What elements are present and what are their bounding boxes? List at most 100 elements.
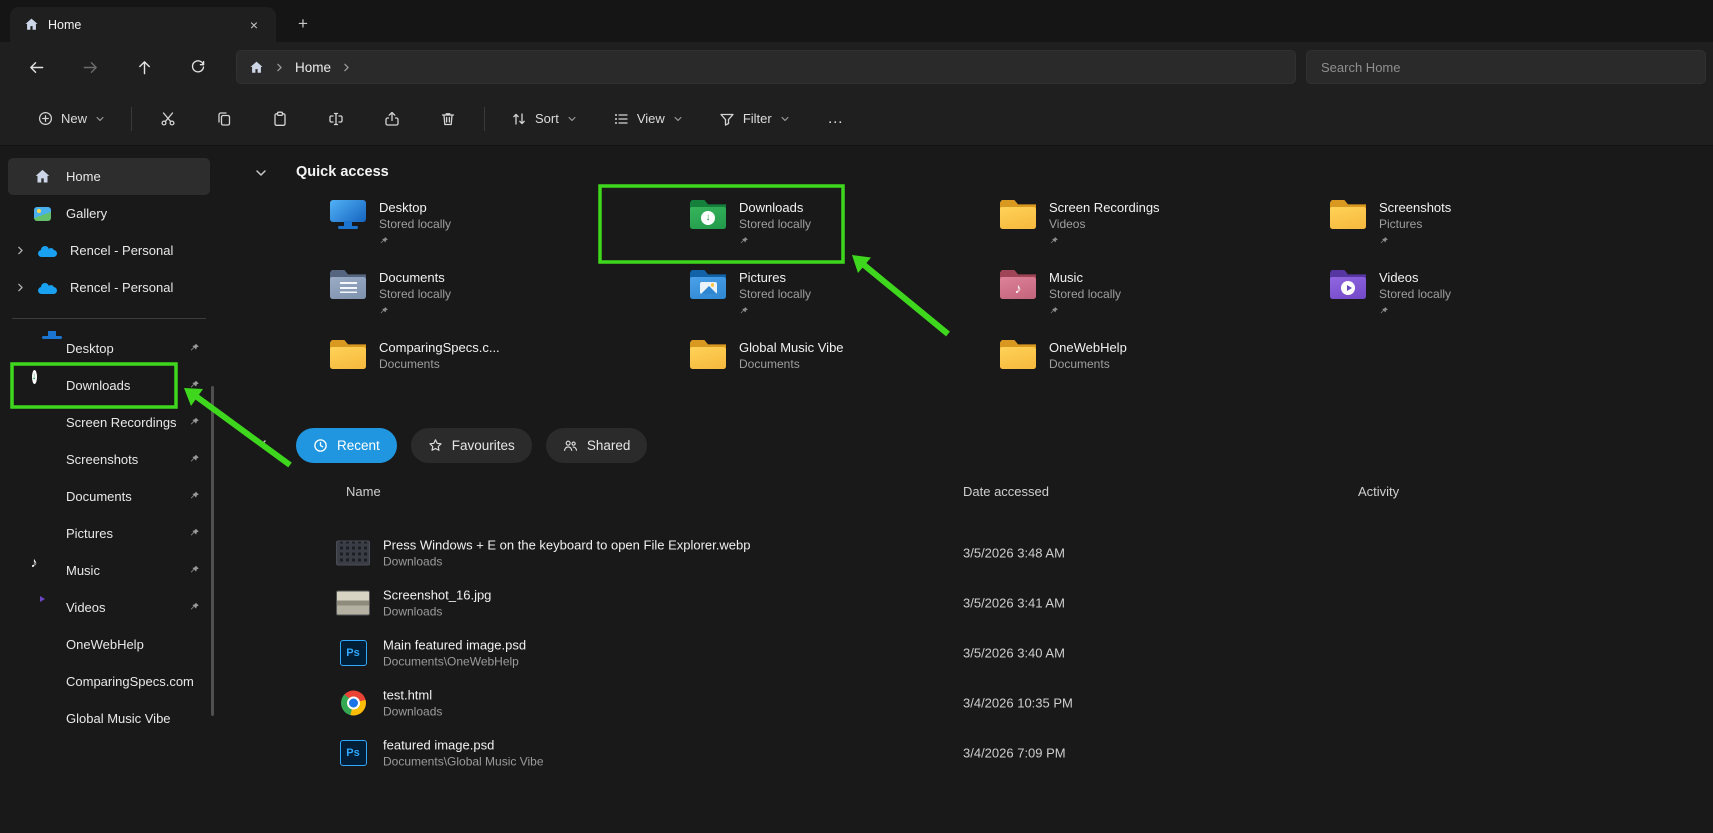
- file-row[interactable]: Press Windows + E on the keyboard to ope…: [218, 528, 1713, 578]
- sidebar-item-onedrive-2[interactable]: Rencel - Personal: [8, 269, 210, 306]
- sidebar-item-screen-recordings[interactable]: Screen Recordings: [8, 404, 210, 441]
- folder-icon: [690, 340, 726, 370]
- sidebar-item-desktop[interactable]: Desktop: [8, 330, 210, 367]
- sidebar-item-onewebhelp[interactable]: OneWebHelp: [8, 626, 210, 663]
- folder-tile-music[interactable]: Music Stored locally: [1000, 268, 1330, 330]
- sidebar-item-gallery[interactable]: Gallery: [8, 195, 210, 232]
- folder-tile-downloads[interactable]: Downloads Stored locally: [690, 198, 1000, 260]
- folder-tile-screenshots[interactable]: Screenshots Pictures: [1330, 198, 1670, 260]
- tab-home[interactable]: Home ×: [10, 7, 276, 42]
- paste-button[interactable]: [260, 101, 300, 137]
- search-input[interactable]: [1321, 59, 1691, 75]
- tab-shared[interactable]: Shared: [545, 428, 648, 463]
- new-tab-button[interactable]: +: [288, 10, 318, 38]
- sidebar-item-music[interactable]: Music: [8, 552, 210, 589]
- main-content: Quick access Desktop Stored locally Down…: [218, 146, 1713, 833]
- sidebar-item-comparingspecs[interactable]: ComparingSpecs.com: [8, 663, 210, 700]
- breadcrumb-home-icon: [250, 61, 263, 73]
- new-button[interactable]: New: [28, 101, 115, 137]
- sidebar-item-documents[interactable]: Documents: [8, 478, 210, 515]
- sidebar-item-screenshots[interactable]: Screenshots: [8, 441, 210, 478]
- column-header-date-accessed[interactable]: Date accessed: [963, 484, 1049, 499]
- more-options-button[interactable]: …: [816, 101, 856, 137]
- file-thumbnail-icon: [334, 590, 372, 616]
- search-box[interactable]: [1306, 50, 1706, 84]
- tab-favourites[interactable]: Favourites: [410, 428, 532, 463]
- tile-subtitle: Documents: [379, 357, 440, 371]
- tile-name: ComparingSpecs.c...: [379, 340, 500, 355]
- sort-button[interactable]: Sort: [501, 101, 587, 137]
- sidebar-item-pictures[interactable]: Pictures: [8, 515, 210, 552]
- sort-icon: [513, 112, 525, 125]
- close-tab-icon[interactable]: ×: [242, 13, 266, 37]
- file-name: Main featured image.psd: [383, 637, 527, 653]
- collapse-chevron-icon[interactable]: [254, 436, 268, 455]
- sidebar-item-label: Gallery: [66, 206, 108, 221]
- file-date-accessed: 3/5/2026 3:40 AM: [963, 645, 1065, 661]
- file-date-accessed: 3/5/2026 3:48 AM: [963, 545, 1065, 561]
- pin-icon: [189, 526, 200, 541]
- address-bar[interactable]: Home: [236, 50, 1296, 84]
- share-button[interactable]: [372, 101, 412, 137]
- tile-name: Global Music Vibe: [739, 340, 844, 355]
- sidebar-item-label: Home: [66, 169, 101, 184]
- copy-button[interactable]: [204, 101, 244, 137]
- tab-recent[interactable]: Recent: [296, 428, 397, 463]
- folder-tile-pictures[interactable]: Pictures Stored locally: [690, 268, 1000, 330]
- cut-button[interactable]: [148, 101, 188, 137]
- forward-button[interactable]: [70, 50, 110, 84]
- file-row[interactable]: test.html Downloads 3/4/2026 10:35 PM: [218, 678, 1713, 728]
- file-location: Downloads: [383, 604, 443, 619]
- sidebar-item-home[interactable]: Home: [8, 158, 210, 195]
- tile-subtitle: Stored locally: [1049, 287, 1122, 301]
- folder-tile-videos[interactable]: Videos Stored locally: [1330, 268, 1670, 330]
- sidebar-item-downloads[interactable]: Downloads: [8, 367, 210, 404]
- clock-icon: [314, 439, 327, 452]
- folder-icon: [34, 710, 56, 727]
- sidebar-item-onedrive-1[interactable]: Rencel - Personal: [8, 232, 210, 269]
- view-label: View: [636, 111, 665, 126]
- chevron-right-icon[interactable]: [341, 62, 352, 73]
- refresh-button[interactable]: [178, 50, 218, 84]
- rename-button[interactable]: [316, 101, 356, 137]
- folder-tile-desktop[interactable]: Desktop Stored locally: [330, 198, 690, 260]
- delete-button[interactable]: [428, 101, 468, 137]
- home-icon: [25, 18, 38, 30]
- chevron-down-icon: [781, 116, 789, 121]
- sidebar: Home Gallery Rencel - Personal Rencel - …: [0, 146, 218, 833]
- back-button[interactable]: [16, 50, 56, 84]
- folder-icon: [1000, 200, 1036, 230]
- folder-tile-global-music-vibe[interactable]: Global Music Vibe Documents: [690, 338, 1000, 400]
- sidebar-scrollbar[interactable]: [211, 386, 214, 716]
- pin-icon: [1049, 303, 1121, 321]
- folder-tile-onewebhelp[interactable]: OneWebHelp Documents: [1000, 338, 1330, 400]
- tab-label: Shared: [586, 438, 631, 453]
- folder-tile-documents[interactable]: Documents Stored locally: [330, 268, 690, 330]
- file-location: Documents\OneWebHelp: [383, 654, 519, 669]
- sidebar-item-global-music-vibe[interactable]: Global Music Vibe: [8, 700, 210, 737]
- videos-folder-icon: [34, 596, 56, 616]
- up-button[interactable]: [124, 50, 164, 84]
- documents-folder-icon: [34, 488, 56, 505]
- file-row[interactable]: Screenshot_16.jpg Downloads 3/5/2026 3:4…: [218, 578, 1713, 628]
- file-list-header: Name Date accessed Activity: [218, 484, 1713, 504]
- collapse-chevron-icon[interactable]: [254, 166, 268, 185]
- filter-button[interactable]: Filter: [709, 101, 800, 137]
- file-row[interactable]: featured image.psd Documents\Global Musi…: [218, 728, 1713, 778]
- quick-access-title[interactable]: Quick access: [296, 164, 389, 180]
- folder-tile-comparingspecs[interactable]: ComparingSpecs.c... Documents: [330, 338, 690, 400]
- column-header-activity[interactable]: Activity: [1358, 484, 1399, 499]
- folder-tile-screen-recordings[interactable]: Screen Recordings Videos: [1000, 198, 1330, 260]
- breadcrumb-home[interactable]: Home: [295, 60, 331, 75]
- file-row[interactable]: Main featured image.psd Documents\OneWeb…: [218, 628, 1713, 678]
- sidebar-item-videos[interactable]: Videos: [8, 589, 210, 626]
- chevron-right-icon[interactable]: [12, 282, 28, 293]
- view-button[interactable]: View: [603, 101, 693, 137]
- file-name: test.html: [383, 687, 433, 703]
- back-arrow-icon: [29, 61, 43, 73]
- chevron-right-icon[interactable]: [12, 245, 28, 256]
- forward-arrow-icon: [83, 61, 97, 73]
- tab-title: Home: [48, 17, 82, 32]
- column-header-name[interactable]: Name: [346, 484, 381, 499]
- tile-subtitle: Stored locally: [739, 217, 812, 231]
